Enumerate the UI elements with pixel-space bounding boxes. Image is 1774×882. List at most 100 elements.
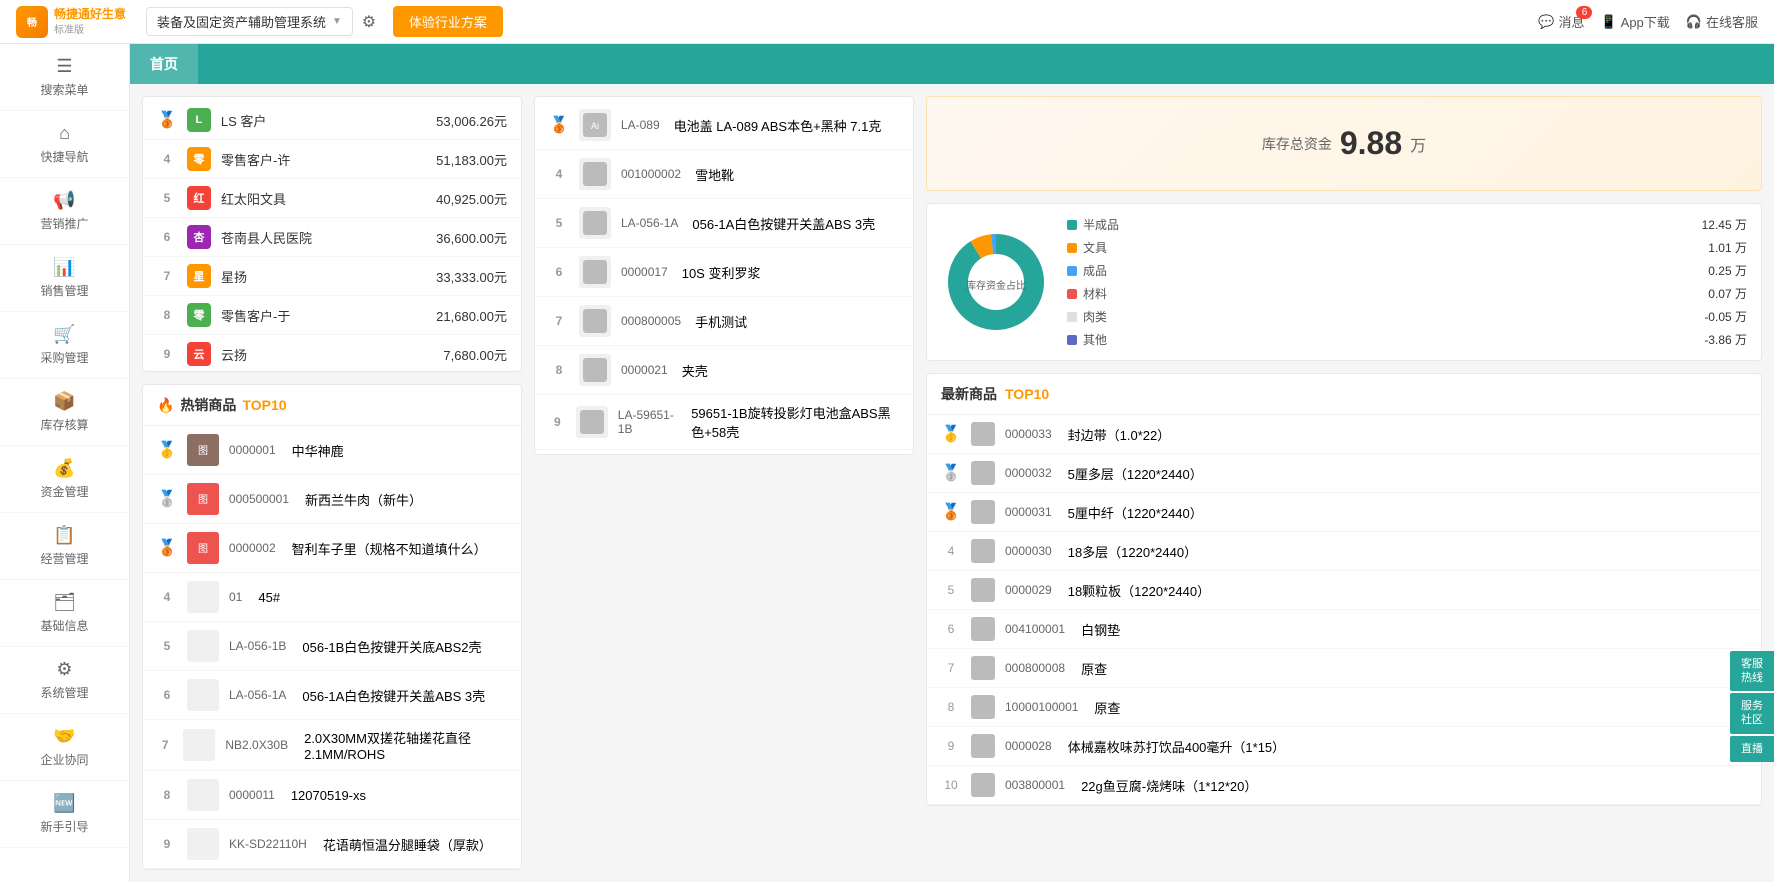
product-thumbnail (971, 461, 995, 485)
product-thumbnail: Ai (579, 109, 611, 141)
rank-item: 5 红 红太阳文具 40,925.00元 (143, 179, 521, 218)
messages-button[interactable]: 💬 消息 6 (1538, 12, 1584, 31)
sidebar-item-guide[interactable]: 🆕 新手引导 (0, 781, 129, 848)
gear-icon: ⚙ (56, 659, 72, 680)
rank-item: 7 星 星扬 33,333.00元 (143, 257, 521, 296)
product-code: LA-59651-1B (618, 408, 677, 436)
sidebar-item-basic-info[interactable]: 🗂 基础信息 (0, 580, 129, 647)
bronze-medal-icon: 🥉 (549, 115, 569, 135)
customer-name: 苍南县人民医院 (221, 228, 426, 247)
legend-color-dot (1067, 312, 1077, 322)
product-qty-list: 🥉 Ai LA-089 电池盖 LA-089 ABS本色+黑种 7.1克 4 (535, 97, 913, 454)
product-name: 夹壳 (682, 361, 708, 380)
customer-service-button[interactable]: 客服热线 (1730, 651, 1774, 692)
product-code: KK-SD22110H (229, 837, 307, 851)
rank-number: 9 (549, 415, 566, 429)
product-code: 0000033 (1005, 427, 1052, 441)
prod-rank-item: 7 000800005 手机测试 (535, 297, 913, 346)
sidebar-item-label: 销售管理 (40, 282, 88, 299)
main-layout: ☰ 搜索菜单 ⌂ 快捷导航 📢 营销推广 📊 销售管理 🛒 采购管理 📦 库存核… (0, 44, 1774, 882)
inventory-total-value: 9.88 (1340, 125, 1402, 162)
top-bar: 畅 畅捷通好生意 标准版 装备及固定资产辅助管理系统 ▼ ⚙ 体验行业方案 💬 … (0, 0, 1774, 44)
product-thumbnail (971, 539, 995, 563)
messages-badge: 6 (1576, 6, 1592, 19)
customer-value: 53,006.26元 (436, 111, 507, 130)
sidebar-item-label: 营销推广 (40, 215, 88, 232)
top10-label: TOP10 (242, 397, 286, 413)
trial-button[interactable]: 体验行业方案 (393, 6, 503, 37)
legend-item: 其他 -3.86 万 (1067, 331, 1747, 348)
newest-item: 🥉 0000031 5厘中纤（1220*2440） (927, 493, 1761, 532)
prod-rank-item: 9 KK-SD22110H 花语萌恒温分腿睡袋（厚款） (143, 820, 521, 869)
float-service: 客服热线 服务社区 直播 (1730, 651, 1774, 762)
product-name: 体械嘉枚味苏打饮品400毫升（1*15） (1068, 737, 1285, 756)
system-selector[interactable]: 装备及固定资产辅助管理系统 ▼ (146, 7, 353, 36)
product-name: 雪地靴 (695, 165, 734, 184)
svg-text:图: 图 (198, 494, 208, 506)
newest-item: 7 000800008 原查 (927, 649, 1761, 688)
sidebar-item-label: 快捷导航 (40, 148, 88, 165)
customer-avatar: 红 (187, 186, 211, 210)
sidebar-item-inventory[interactable]: 📦 库存核算 (0, 379, 129, 446)
product-name: 5厘中纤（1220*2440） (1068, 503, 1203, 522)
tab-home[interactable]: 首页 (130, 44, 198, 84)
chart-center-label: 库存资金占比 (966, 279, 1026, 292)
customer-ranking-card: 🥉 L LS 客户 53,006.26元 4 零 零售客户-许 51,183.0… (142, 96, 522, 372)
online-service-button[interactable]: 🎧 在线客服 (1686, 12, 1758, 31)
product-thumbnail (187, 581, 219, 613)
svg-text:图: 图 (198, 543, 208, 555)
product-thumbnail: 图 (187, 483, 219, 515)
customer-name: LS 客户 (221, 111, 426, 130)
newest-item: 8 10000100001 原查 (927, 688, 1761, 727)
mid-column: 🥉 Ai LA-089 电池盖 LA-089 ABS本色+黑种 7.1克 4 (534, 96, 914, 870)
chart-area: 库存资金占比 半成品 12.45 万 文具 (927, 204, 1761, 360)
product-code: 000800008 (1005, 661, 1065, 675)
customer-avatar: 云 (187, 342, 211, 366)
rank-item: 9 云 云扬 7,680.00元 (143, 335, 521, 372)
rank-number: 5 (549, 216, 569, 230)
rank-number: 9 (157, 347, 177, 361)
sidebar-item-search[interactable]: ☰ 搜索菜单 (0, 44, 129, 111)
rank-number: 8 (941, 700, 961, 714)
app-download-button[interactable]: 📱 App下载 (1600, 12, 1669, 31)
sidebar-item-operations[interactable]: 📋 经营管理 (0, 513, 129, 580)
product-thumbnail (579, 207, 611, 239)
product-thumbnail (187, 679, 219, 711)
prod-rank-item: 8 0000021 夹壳 (535, 346, 913, 395)
product-name: 新西兰牛肉（新牛） (305, 490, 422, 509)
product-name: 10S 变利罗浆 (682, 263, 761, 282)
legend-color-dot (1067, 266, 1077, 276)
product-thumbnail (971, 773, 995, 797)
sidebar-item-label: 库存核算 (40, 416, 88, 433)
sidebar-item-finance[interactable]: 💰 资金管理 (0, 446, 129, 513)
sidebar-item-marketing[interactable]: 📢 营销推广 (0, 178, 129, 245)
product-name: 白钢垫 (1081, 620, 1120, 639)
sidebar-item-purchase[interactable]: 🛒 采购管理 (0, 312, 129, 379)
rank-number: 6 (157, 230, 177, 244)
silver-medal-icon: 🥈 (941, 463, 961, 483)
logo-area: 畅 畅捷通好生意 标准版 (16, 6, 146, 38)
live-stream-button[interactable]: 直播 (1730, 736, 1774, 762)
sidebar-item-quicknav[interactable]: ⌂ 快捷导航 (0, 111, 129, 178)
service-community-button[interactable]: 服务社区 (1730, 693, 1774, 734)
legend-value: 1.01 万 (1687, 239, 1747, 256)
legend-color-dot (1067, 243, 1077, 253)
sidebar-item-label: 搜索菜单 (40, 81, 88, 98)
rank-number: 7 (549, 314, 569, 328)
sidebar-item-sales[interactable]: 📊 销售管理 (0, 245, 129, 312)
chart-icon: 📊 (53, 257, 75, 278)
product-name: 中华神鹿 (292, 441, 344, 460)
inventory-total-card: 库存总资金 9.88 万 (926, 96, 1762, 191)
legend-name: 成品 (1083, 262, 1681, 279)
product-name: 056-1A白色按键开关盖ABS 3壳 (302, 686, 485, 705)
product-code: 0000017 (621, 265, 668, 279)
customer-value: 33,333.00元 (436, 267, 507, 286)
sidebar-item-label: 新手引导 (40, 818, 88, 835)
legend-color-dot (1067, 220, 1077, 230)
sidebar-item-system[interactable]: ⚙ 系统管理 (0, 647, 129, 714)
sidebar-item-enterprise[interactable]: 🤝 企业协同 (0, 714, 129, 781)
prod-rank-item: 🥉 Ai LA-089 电池盖 LA-089 ABS本色+黑种 7.1克 (535, 101, 913, 150)
customer-value: 40,925.00元 (436, 189, 507, 208)
product-name: 18多层（1220*2440） (1068, 542, 1197, 561)
settings-button[interactable]: ⚙ (353, 6, 385, 38)
